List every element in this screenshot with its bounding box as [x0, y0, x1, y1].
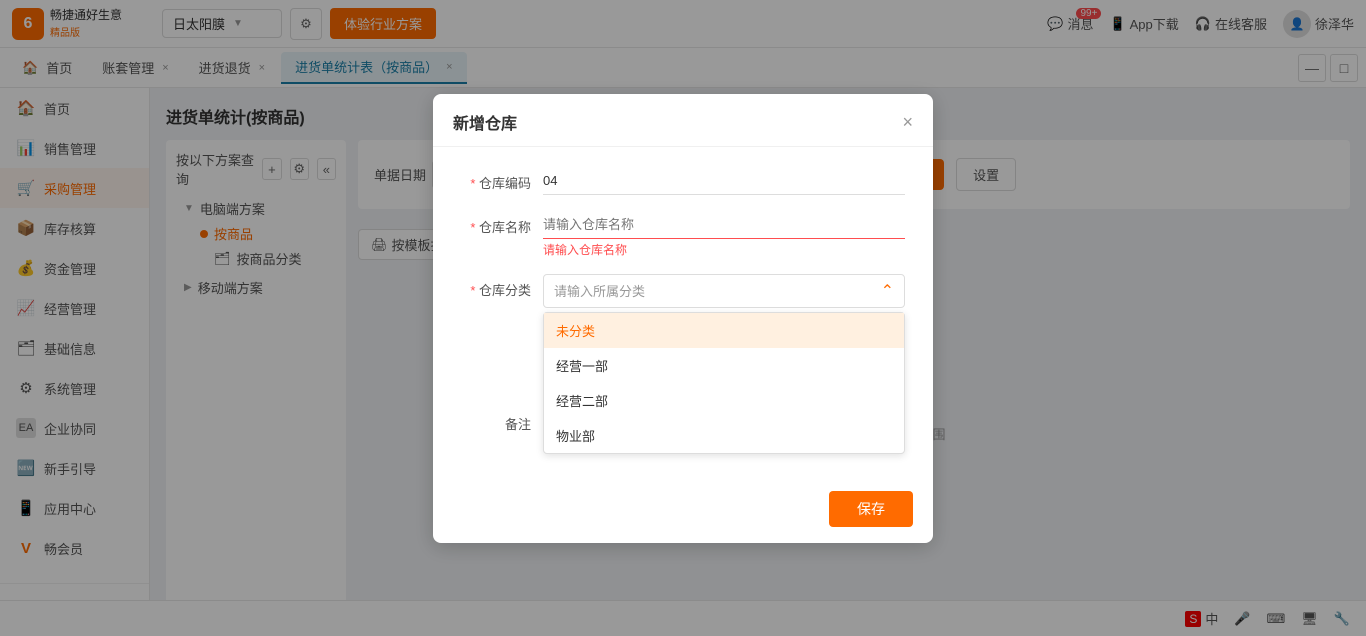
category-control: 请输入所属分类 ⌃ 未分类 经营一部 经营二部 物业部 — [543, 274, 905, 308]
code-input[interactable] — [543, 167, 905, 195]
save-button[interactable]: 保存 — [829, 491, 913, 527]
dialog-footer: 保存 — [433, 479, 933, 543]
dialog-header: 新增仓库 × — [433, 94, 933, 147]
dropdown-item-dept1[interactable]: 经营一部 — [544, 348, 904, 383]
name-field-row: 仓库名称 请输入仓库名称 — [461, 211, 905, 258]
code-label: 仓库编码 — [461, 167, 531, 192]
note-label: 备注 — [461, 408, 531, 433]
dropdown-item-dept2[interactable]: 经营二部 — [544, 383, 904, 418]
code-field-row: 仓库编码 — [461, 167, 905, 195]
dropdown-item-dept3[interactable]: 物业部 — [544, 418, 904, 453]
dialog-close-button[interactable]: × — [902, 113, 913, 131]
dialog-title: 新增仓库 — [453, 110, 517, 134]
dropdown-item-unclassified[interactable]: 未分类 — [544, 313, 904, 348]
name-control: 请输入仓库名称 — [543, 211, 905, 258]
dialog-overlay[interactable]: 新增仓库 × 仓库编码 仓库名称 请输入仓库名称 仓库分类 — [0, 0, 1366, 636]
name-error-msg: 请输入仓库名称 — [543, 241, 905, 258]
category-select[interactable]: 请输入所属分类 ⌃ — [543, 274, 905, 308]
code-control — [543, 167, 905, 195]
new-warehouse-dialog: 新增仓库 × 仓库编码 仓库名称 请输入仓库名称 仓库分类 — [433, 94, 933, 543]
name-input[interactable] — [543, 211, 905, 239]
category-label: 仓库分类 — [461, 274, 531, 299]
category-field-row: 仓库分类 请输入所属分类 ⌃ 未分类 经营一部 经营二部 物业部 — [461, 274, 905, 308]
dialog-body: 仓库编码 仓库名称 请输入仓库名称 仓库分类 请输入所属分类 — [433, 147, 933, 479]
name-label: 仓库名称 — [461, 211, 531, 236]
chevron-up-icon: ⌃ — [881, 281, 894, 301]
category-dropdown: 未分类 经营一部 经营二部 物业部 — [543, 312, 905, 454]
